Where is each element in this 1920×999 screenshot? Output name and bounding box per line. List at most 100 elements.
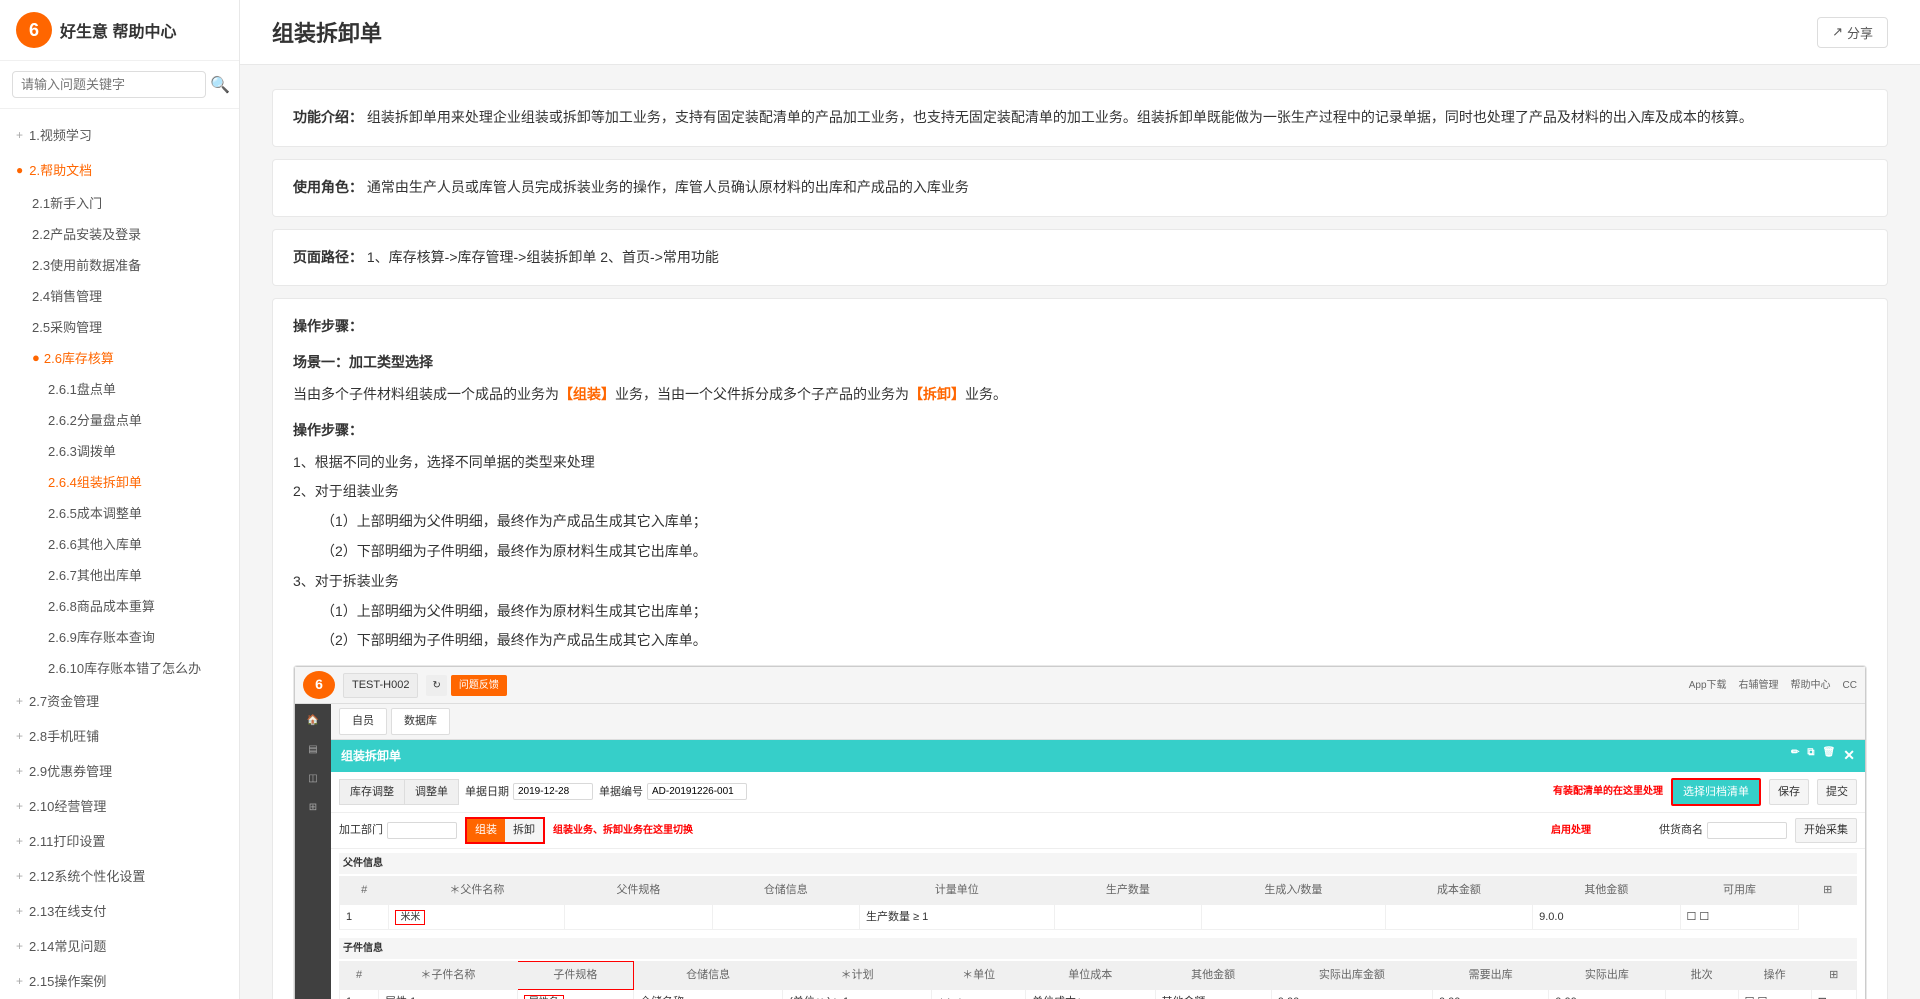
sw-form-number: 单据编号 bbox=[599, 783, 747, 802]
ops-block: 操作步骤： 场景一：加工类型选择 当由多个子件材料组装成一个成品的业务为【组装】… bbox=[272, 298, 1888, 999]
sidebar-item-2-6-2[interactable]: 2.6.2分量盘点单 bbox=[0, 404, 239, 435]
sw-title-bar: 组装拆卸单 ✏ ⧉ 🗑 ✕ bbox=[331, 740, 1865, 772]
role-block: 使用角色： 通常由生产人员或库管人员完成拆装业务的操作，库管人员确认原材料的出库… bbox=[272, 159, 1888, 217]
sw-topbar: 6 TEST-H002 ↻ 问题反馈 App下载 右辅管理 帮助中心 CC bbox=[295, 667, 1865, 704]
sw-window: 6 TEST-H002 ↻ 问题反馈 App下载 右辅管理 帮助中心 CC bbox=[294, 666, 1866, 999]
sw-tabs: 自员 数据库 bbox=[331, 704, 1865, 740]
main-area: 组装拆卸单 ↗ 分享 功能介绍： 组装拆卸单用来处理企业组装或拆卸等加工业务，支… bbox=[240, 0, 1920, 999]
sw-type-tab-1[interactable]: 库存调整 bbox=[339, 779, 405, 806]
sidebar-item-2-6-6[interactable]: 2.6.6其他入库单 bbox=[0, 528, 239, 559]
sidebar-item-2-6-9[interactable]: 2.6.9库存账本查询 bbox=[0, 621, 239, 652]
role-label: 使用角色： bbox=[293, 179, 363, 195]
scene1-desc: 当由多个子件材料组装成一个成品的业务为【组装】业务，当由一个父件拆分成多个子产品… bbox=[293, 383, 1867, 407]
search-input[interactable] bbox=[12, 71, 206, 98]
sw-left-nav: 🏠 ▤ ◫ ⊞ bbox=[295, 704, 331, 999]
sw-logo: 6 bbox=[303, 671, 335, 699]
sw-delete-icon[interactable]: 🗑 bbox=[1823, 744, 1836, 768]
sidebar-item-2-12[interactable]: + 2.12系统个性化设置 bbox=[0, 858, 239, 893]
sw-enable-area: 启用处理 bbox=[1551, 822, 1591, 839]
share-icon: ↗ bbox=[1832, 24, 1843, 40]
role-text: 通常由生产人员或库管人员完成拆装业务的操作，库管人员确认原材料的出库和产成品的入… bbox=[367, 179, 969, 195]
sw-nav-menu1[interactable]: ▤ bbox=[308, 741, 317, 758]
step2-1: （1）上部明细为父件明细，最终作为产成品生成其它入库单； bbox=[321, 510, 1867, 534]
sw-disassemble-tab[interactable]: 拆卸 bbox=[505, 819, 543, 842]
sw-date-input[interactable] bbox=[513, 783, 593, 800]
path-label: 页面路径： bbox=[293, 249, 363, 265]
nav-sub-docs: 2.1新手入门 2.2产品安装及登录 2.3使用前数据准备 2.4销售管理 2.… bbox=[0, 187, 239, 683]
sidebar-item-2-6[interactable]: ● 2.6库存核算 bbox=[0, 342, 239, 373]
share-button[interactable]: ↗ 分享 bbox=[1817, 17, 1888, 48]
page-title: 组装拆卸单 bbox=[272, 16, 382, 48]
sw-confirm-btn[interactable]: 开始采集 bbox=[1795, 818, 1857, 843]
sw-type-toggle: 组装 拆卸 bbox=[465, 817, 545, 844]
step2-2: （2）下部明细为子件明细，最终作为原材料生成其它出库单。 bbox=[321, 540, 1867, 564]
sidebar-item-2-6-5[interactable]: 2.6.5成本调整单 bbox=[0, 497, 239, 528]
sw-supplier-input[interactable] bbox=[1707, 822, 1787, 839]
sidebar-item-2-1[interactable]: 2.1新手入门 bbox=[0, 187, 239, 218]
sw-submit-btn[interactable]: 提交 bbox=[1817, 779, 1857, 806]
intro-label: 功能介绍： bbox=[293, 109, 363, 125]
main-header: 组装拆卸单 ↗ 分享 bbox=[240, 0, 1920, 65]
sidebar-header: 6 好生意 帮助中心 bbox=[0, 0, 239, 61]
plus-icon-2-15: + bbox=[16, 974, 23, 988]
sw-toolbar: 库存调整 调整单 单据日期 单据编号 bbox=[331, 772, 1865, 814]
path-block: 页面路径： 1、库存核算->库存管理->组装拆卸单 2、首页->常用功能 bbox=[272, 229, 1888, 287]
step2: 2、对于组装业务 bbox=[293, 480, 1867, 504]
sw-number-input[interactable] bbox=[647, 783, 747, 800]
sw-right-actions: 有装配清单的在这里处理 选择归档清单 保存 提交 bbox=[753, 778, 1857, 807]
sw-close-btn[interactable]: ✕ bbox=[1843, 744, 1855, 768]
sw-select-list-btn[interactable]: 选择归档清单 bbox=[1671, 778, 1761, 807]
sw-nav-menu2[interactable]: ◫ bbox=[308, 770, 317, 787]
ops-title: 操作步骤： bbox=[293, 315, 1867, 339]
sw-sync-btn: ↻ bbox=[426, 675, 446, 696]
screenshot-container: 6 TEST-H002 ↻ 问题反馈 App下载 右辅管理 帮助中心 CC bbox=[293, 665, 1867, 999]
brand-name: 好生意 帮助中心 bbox=[60, 18, 176, 42]
sidebar-item-2-13[interactable]: + 2.13在线支付 bbox=[0, 893, 239, 928]
sidebar-item-2-6-1[interactable]: 2.6.1盘点单 bbox=[0, 373, 239, 404]
sidebar-item-2-2[interactable]: 2.2产品安装及登录 bbox=[0, 218, 239, 249]
sidebar-item-2-6-8[interactable]: 2.6.8商品成本重算 bbox=[0, 590, 239, 621]
plus-icon-2-10: + bbox=[16, 799, 23, 813]
sidebar-item-2-7[interactable]: + 2.7资金管理 bbox=[0, 683, 239, 718]
logo-circle: 6 bbox=[16, 12, 52, 48]
sidebar-item-2-6-3[interactable]: 2.6.3调拨单 bbox=[0, 435, 239, 466]
plus-icon-2-7: + bbox=[16, 694, 23, 708]
sw-nav-home[interactable]: 🏠 bbox=[307, 712, 319, 729]
sw-supplier-field: 供货商名 bbox=[1659, 821, 1787, 840]
sw-tab-home[interactable]: 自员 bbox=[339, 708, 387, 735]
annotation-a4: 启用处理 bbox=[1551, 822, 1591, 839]
sw-type-tab-2[interactable]: 调整单 bbox=[405, 779, 459, 806]
sw-nav-icons: ↻ 问题反馈 bbox=[426, 675, 506, 696]
sw-copy-icon[interactable]: ⧉ bbox=[1807, 744, 1814, 768]
sidebar-item-2-6-10[interactable]: 2.6.10库存账本错了怎么办 bbox=[0, 652, 239, 683]
sw-dept-input[interactable] bbox=[387, 822, 457, 839]
sidebar-item-video[interactable]: + 1.视频学习 bbox=[0, 117, 239, 152]
sidebar-item-2-4[interactable]: 2.4销售管理 bbox=[0, 280, 239, 311]
plus-icon-2-11: + bbox=[16, 834, 23, 848]
sw-tab-data[interactable]: 数据库 bbox=[391, 708, 450, 735]
sw-save-btn[interactable]: 保存 bbox=[1769, 779, 1809, 806]
sidebar-item-2-11[interactable]: + 2.11打印设置 bbox=[0, 823, 239, 858]
sw-title-actions: ✏ ⧉ 🗑 ✕ bbox=[1791, 744, 1855, 768]
sw-nav-menu3[interactable]: ⊞ bbox=[309, 799, 317, 816]
sidebar-item-2-14[interactable]: + 2.14常见问题 bbox=[0, 928, 239, 963]
sw-main-layout: 🏠 ▤ ◫ ⊞ 自员 数据库 bbox=[295, 704, 1865, 999]
annotation-a3: 组装业务、拆卸业务在这里切换 bbox=[553, 822, 693, 839]
ops-title2: 操作步骤： bbox=[293, 419, 1867, 443]
sidebar-item-2-5[interactable]: 2.5采购管理 bbox=[0, 311, 239, 342]
sidebar-item-2-6-7[interactable]: 2.6.7其他出库单 bbox=[0, 559, 239, 590]
sidebar-item-2-9[interactable]: + 2.9优惠券管理 bbox=[0, 753, 239, 788]
sidebar-item-2-3[interactable]: 2.3使用前数据准备 bbox=[0, 249, 239, 280]
sidebar-item-2-10[interactable]: + 2.10经营管理 bbox=[0, 788, 239, 823]
sidebar-item-2-6-4[interactable]: 2.6.4组装拆卸单 bbox=[0, 466, 239, 497]
plus-icon-2-14: + bbox=[16, 939, 23, 953]
search-button[interactable]: 🔍 bbox=[210, 75, 230, 95]
sidebar-item-2-15[interactable]: + 2.15操作案例 bbox=[0, 963, 239, 998]
sw-feedback-btn: 问题反馈 bbox=[451, 675, 507, 696]
intro-block: 功能介绍： 组装拆卸单用来处理企业组装或拆卸等加工业务，支持有固定装配清单的产品… bbox=[272, 89, 1888, 147]
plus-icon-2-13: + bbox=[16, 904, 23, 918]
sw-edit-icon[interactable]: ✏ bbox=[1791, 744, 1799, 768]
sidebar-item-docs[interactable]: ● 2.帮助文档 bbox=[0, 152, 239, 187]
sw-assemble-tab[interactable]: 组装 bbox=[467, 819, 505, 842]
sidebar-item-2-8[interactable]: + 2.8手机旺铺 bbox=[0, 718, 239, 753]
